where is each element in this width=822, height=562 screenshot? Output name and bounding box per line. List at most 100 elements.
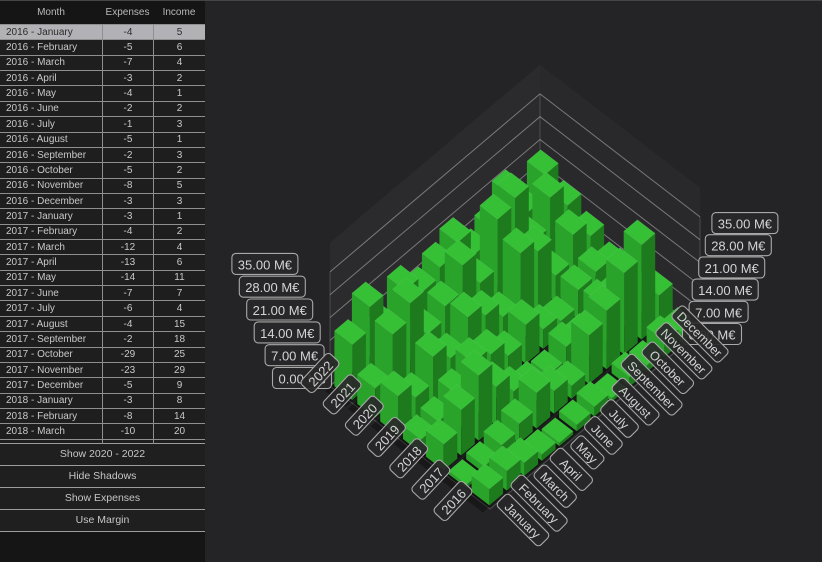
income-cell: 4 (153, 240, 205, 255)
income-cell: 4 (153, 301, 205, 316)
table-row[interactable]: 2016 - June -2 2 (0, 100, 205, 118)
use-margin-button[interactable]: Use Margin (0, 508, 205, 532)
income-cell: 29 (153, 362, 205, 378)
income-cell: 8 (153, 393, 205, 408)
month-cell: 2016 - December (6, 195, 84, 207)
svg-text:14.00 M€: 14.00 M€ (260, 326, 315, 341)
month-cell: 2017 - June (6, 287, 59, 299)
expenses-cell: -3 (102, 71, 153, 86)
data-table: 2016 - January -4 5 2016 - February -5 6 2016 … (0, 24, 205, 444)
expenses-cell: -5 (102, 40, 153, 55)
expenses-cell: -7 (102, 55, 153, 71)
column-header-expenses: Expenses (105, 7, 150, 18)
table-row[interactable]: 2016 - September -2 3 (0, 146, 205, 164)
table-row-clipped (0, 438, 205, 444)
value-axis-label: 14.00 M€ (253, 321, 321, 344)
svg-text:28.00 M€: 28.00 M€ (245, 280, 300, 295)
expenses-cell: -13 (102, 255, 153, 270)
income-cell: 2 (153, 71, 205, 86)
month-cell: 2017 - December (6, 379, 84, 391)
app-window: Month Expenses Income 2016 - January -4 5 2… (0, 0, 822, 562)
expenses-cell: -6 (102, 301, 153, 316)
table-row[interactable]: 2017 - April -13 6 (0, 254, 205, 271)
expenses-cell: -8 (102, 178, 153, 193)
svg-text:35.00 M€: 35.00 M€ (718, 217, 773, 232)
table-row[interactable]: 2016 - August -5 1 (0, 131, 205, 148)
table-row[interactable]: 2016 - January -4 5 (0, 24, 205, 41)
expenses-cell: -23 (102, 362, 153, 378)
expenses-cell: -3 (102, 193, 153, 209)
table-row[interactable]: 2017 - August -4 15 (0, 315, 205, 333)
show-expenses-button[interactable]: Show Expenses (0, 486, 205, 510)
expenses-cell: -4 (102, 224, 153, 240)
value-axis-label: 28.00 M€ (704, 234, 772, 257)
table-row[interactable]: 2017 - May -14 11 (0, 269, 205, 287)
svg-text:28.00 M€: 28.00 M€ (711, 239, 766, 254)
table-row[interactable]: 2017 - December -5 9 (0, 377, 205, 394)
month-cell: 2016 - March (6, 57, 65, 69)
expenses-cell: -5 (102, 132, 153, 147)
income-cell: 6 (153, 40, 205, 55)
chart-scene[interactable]: 0.00 M€7.00 M€14.00 M€21.00 M€28.00 M€35… (205, 1, 822, 562)
month-cell: 2018 - January (6, 395, 73, 407)
income-cell: 1 (153, 86, 205, 101)
month-cell: 2016 - August (6, 134, 68, 146)
table-row[interactable]: 2016 - March -7 4 (0, 54, 205, 72)
income-cell: 1 (153, 132, 205, 147)
table-row[interactable]: 2017 - January -3 1 (0, 208, 205, 225)
income-cell: 5 (153, 178, 205, 193)
svg-text:7.00 M€: 7.00 M€ (695, 305, 743, 320)
month-cell: 2017 - July (6, 303, 55, 315)
income-cell: 3 (153, 193, 205, 209)
month-cell: 2017 - October (6, 349, 73, 361)
table-row[interactable]: 2017 - November -23 29 (0, 361, 205, 379)
expenses-cell: -3 (102, 393, 153, 408)
table-row[interactable]: 2017 - October -29 25 (0, 346, 205, 363)
month-cell: 2017 - September (6, 333, 87, 345)
hide-shadows-button[interactable]: Hide Shadows (0, 464, 205, 488)
table-row[interactable]: 2017 - June -7 7 (0, 285, 205, 302)
value-axis-label: 7.00 M€ (688, 300, 749, 323)
table-row[interactable]: 2016 - July -1 3 (0, 116, 205, 133)
table-row[interactable]: 2016 - November -8 5 (0, 177, 205, 194)
table-row[interactable]: 2018 - March -10 20 (0, 423, 205, 440)
income-cell: 14 (153, 408, 205, 424)
expenses-cell: -5 (102, 163, 153, 178)
month-cell: 2018 - February (6, 410, 78, 422)
expenses-cell: -1 (102, 117, 153, 132)
month-cell: 2017 - May (6, 272, 57, 284)
value-axis-label: 7.00 M€ (264, 344, 325, 367)
value-axis-label: 35.00 M€ (231, 252, 299, 275)
expenses-cell: -10 (102, 424, 153, 439)
table-row[interactable]: 2016 - October -5 2 (0, 162, 205, 179)
table-row[interactable]: 2016 - December -3 3 (0, 192, 205, 210)
month-cell: 2016 - September (6, 149, 87, 161)
svg-text:21.00 M€: 21.00 M€ (705, 261, 760, 276)
table-row[interactable]: 2017 - July -6 4 (0, 300, 205, 317)
income-cell: 5 (153, 25, 205, 40)
table-row[interactable]: 2016 - May -4 1 (0, 85, 205, 102)
month-cell: 2017 - August (6, 318, 68, 330)
month-cell: 2016 - May (6, 88, 57, 100)
table-row[interactable]: 2018 - January -3 8 (0, 392, 205, 409)
column-header-income: Income (162, 7, 196, 18)
table-row[interactable]: 2017 - September -2 18 (0, 331, 205, 348)
column-header-month: Month (37, 7, 65, 18)
expenses-cell: -3 (102, 209, 153, 224)
svg-text:14.00 M€: 14.00 M€ (698, 283, 753, 298)
expenses-cell: -4 (102, 316, 153, 332)
bar-chart-3d[interactable]: 0.00 M€ 7.00 M€ 14.00 M€ 21.00 M€ 28.00 M€ 35… (205, 1, 822, 562)
income-cell: 1 (153, 209, 205, 224)
table-row[interactable]: 2018 - February -8 14 (0, 407, 205, 425)
table-row[interactable]: 2017 - March -12 4 (0, 239, 205, 256)
expenses-cell: -7 (102, 286, 153, 301)
table-row[interactable]: 2016 - April -3 2 (0, 70, 205, 87)
value-axis-label: 21.00 M€ (698, 256, 766, 279)
table-row[interactable]: 2017 - February -4 2 (0, 223, 205, 241)
month-cell: 2016 - February (6, 42, 78, 54)
expenses-cell: -5 (102, 378, 153, 393)
table-header: Month Expenses Income (0, 1, 205, 24)
table-row[interactable]: 2016 - February -5 6 (0, 39, 205, 56)
show-years-button[interactable]: Show 2020 - 2022 (0, 442, 205, 466)
month-cell: 2017 - April (6, 257, 57, 269)
